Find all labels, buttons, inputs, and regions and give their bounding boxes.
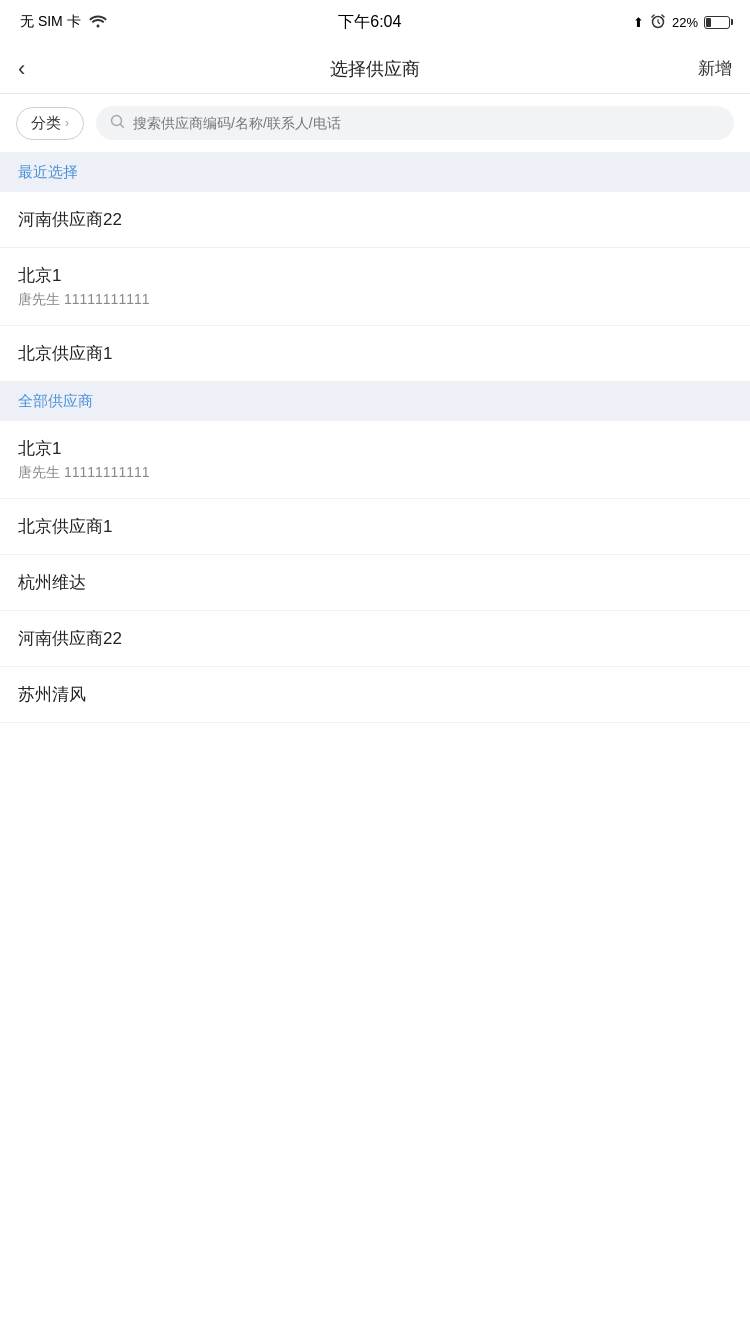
item-sub-0-1: 唐先生 11111111111 (18, 291, 732, 309)
status-right: ⬆ 22% (633, 13, 730, 32)
location-icon: ⬆ (633, 15, 644, 30)
page-title: 选择供应商 (330, 57, 420, 81)
status-bar: 无 SIM 卡 下午6:04 ⬆ 22% (0, 0, 750, 44)
add-button[interactable]: 新增 (698, 57, 732, 80)
supplier-list: 最近选择河南供应商22 北京1 唐先生 11111111111 北京供应商1 全部供应商… (0, 153, 750, 723)
nav-bar: ‹ 选择供应商 新增 (0, 44, 750, 94)
list-item-1-2[interactable]: 杭州维达 (0, 555, 750, 611)
list-item-1-3[interactable]: 河南供应商22 (0, 611, 750, 667)
list-item-0-0[interactable]: 河南供应商22 (0, 192, 750, 248)
search-input[interactable] (133, 115, 720, 131)
list-item-0-1[interactable]: 北京1 唐先生 11111111111 (0, 248, 750, 326)
category-filter-button[interactable]: 分类 › (16, 107, 84, 140)
carrier-text: 无 SIM 卡 (20, 13, 81, 31)
item-name-1-1: 北京供应商1 (18, 515, 732, 538)
item-name-1-0: 北京1 (18, 437, 732, 460)
alarm-icon (650, 13, 666, 32)
search-icon (110, 114, 125, 132)
category-label: 分类 (31, 114, 61, 133)
section-header-0: 最近选择 (0, 153, 750, 192)
list-item-0-2[interactable]: 北京供应商1 (0, 326, 750, 382)
battery-icon (704, 16, 730, 29)
item-name-1-3: 河南供应商22 (18, 627, 732, 650)
list-item-1-1[interactable]: 北京供应商1 (0, 499, 750, 555)
status-left: 无 SIM 卡 (20, 13, 107, 31)
item-name-0-1: 北京1 (18, 264, 732, 287)
wifi-icon (89, 14, 107, 31)
item-name-0-0: 河南供应商22 (18, 208, 732, 231)
list-item-1-0[interactable]: 北京1 唐先生 11111111111 (0, 421, 750, 499)
filter-bar: 分类 › (0, 94, 750, 153)
item-sub-1-0: 唐先生 11111111111 (18, 464, 732, 482)
back-button[interactable]: ‹ (18, 52, 33, 86)
search-box[interactable] (96, 106, 734, 140)
status-time: 下午6:04 (338, 12, 401, 33)
item-name-1-2: 杭州维达 (18, 571, 732, 594)
category-arrow-icon: › (65, 116, 69, 130)
list-item-1-4[interactable]: 苏州清风 (0, 667, 750, 723)
item-name-1-4: 苏州清风 (18, 683, 732, 706)
battery-percent-text: 22% (672, 15, 698, 30)
item-name-0-2: 北京供应商1 (18, 342, 732, 365)
section-header-1: 全部供应商 (0, 382, 750, 421)
